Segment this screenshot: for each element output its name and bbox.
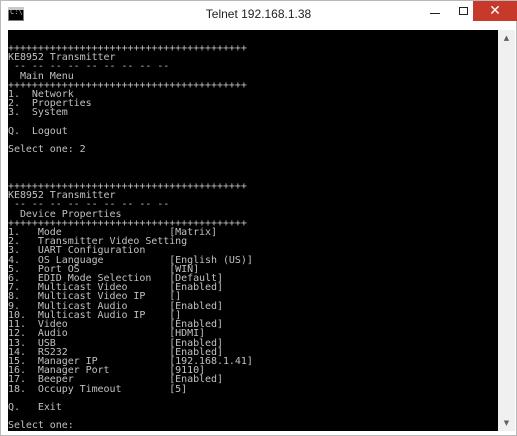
title-bar[interactable]: C:\ Telnet 192.168.1.38 ✕	[1, 1, 517, 29]
scroll-up-button[interactable]: ▲	[498, 30, 515, 46]
telnet-window: C:\ Telnet 192.168.1.38 ✕ ++++++++++++++…	[0, 0, 517, 436]
scroll-down-button[interactable]: ▼	[498, 415, 515, 431]
scroll-up-icon: ▲	[503, 34, 510, 42]
console-line: 3. System	[8, 107, 68, 119]
console-text: ++++++++++++++++++++++++++++++++++++++++…	[8, 30, 498, 431]
console-line: Q. Exit	[8, 401, 62, 413]
console-output[interactable]: ++++++++++++++++++++++++++++++++++++++++…	[8, 30, 498, 431]
console-line: 18. Occupy Timeout [5]	[8, 383, 188, 395]
close-icon: ✕	[489, 3, 501, 19]
vertical-scrollbar[interactable]: ▲ ▼	[498, 30, 515, 431]
minimize-icon	[430, 12, 440, 14]
maximize-icon	[458, 7, 468, 15]
console-line: Select one:	[8, 420, 74, 431]
minimize-button[interactable]	[421, 1, 449, 21]
console-line: Q. Logout	[8, 125, 68, 137]
scroll-down-icon: ▼	[503, 419, 510, 427]
console-line: Select one: 2	[8, 144, 86, 156]
close-button[interactable]: ✕	[473, 1, 517, 21]
